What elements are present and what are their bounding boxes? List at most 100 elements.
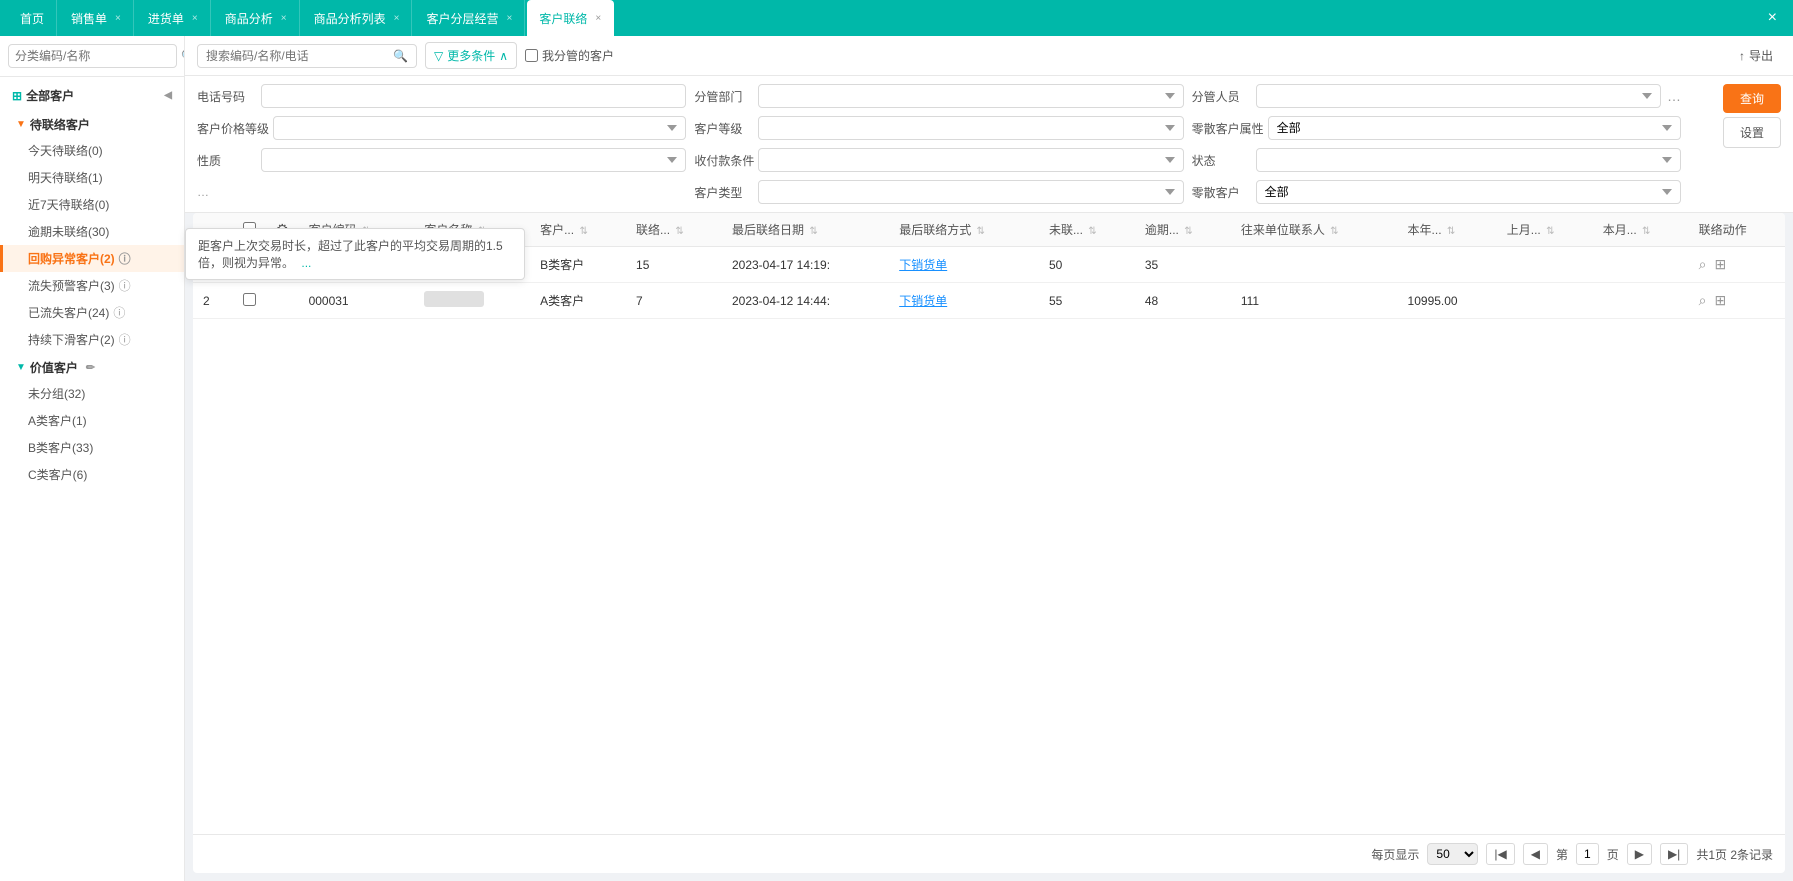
query-button[interactable]: 查询 (1723, 84, 1781, 113)
row2-checkbox (233, 283, 266, 319)
retail-select[interactable]: 全部 (1256, 180, 1681, 204)
sort-contact-icon[interactable]: ⇅ (675, 226, 683, 237)
row2-select[interactable] (243, 293, 256, 306)
info-icon-3[interactable]: ⓘ (119, 331, 131, 348)
sidebar-item-tomorrow[interactable]: 明天待联络(1) (0, 164, 184, 191)
sort-date-icon[interactable]: ⇅ (809, 226, 817, 237)
sidebar-item-c-class[interactable]: C类客户(6) (0, 461, 184, 488)
sidebar-item-overdue[interactable]: 逾期未联络(30) (0, 218, 184, 245)
edit-icon[interactable]: ✏ (86, 361, 95, 374)
row2-method-link[interactable]: 下销货单 (899, 294, 947, 308)
table-container[interactable]: ⚙ 客户编码 ⇅ 客户名称 ⇅ 客户... (193, 213, 1785, 834)
set-button[interactable]: 设置 (1723, 117, 1781, 148)
close-customer-contact-tab[interactable]: × (595, 13, 601, 24)
app-close-button[interactable]: × (1760, 5, 1785, 31)
sidebar-item-today[interactable]: 今天待联络(0) (0, 137, 184, 164)
sort-method-icon[interactable]: ⇅ (977, 226, 985, 237)
nav-tab-customer-contact[interactable]: 客户联络 × (527, 0, 614, 36)
sidebar-item-ungroup[interactable]: 未分组(32) (0, 380, 184, 407)
page-next-button[interactable]: ▶ (1627, 843, 1652, 865)
dept-select[interactable] (758, 84, 1183, 108)
sort-overdue-icon[interactable]: ⇅ (1184, 226, 1192, 237)
nav-tab-product-analysis[interactable]: 商品分析 × (213, 0, 300, 36)
col-last-contact-method: 最后联络方式 ⇅ (889, 213, 1039, 247)
price-level-label: 客户价格等级 (197, 120, 269, 137)
row1-contact-icon[interactable]: ⊞ (1714, 256, 1726, 273)
manager-select[interactable] (1256, 84, 1661, 108)
filter-my-customers[interactable]: 我分管的客户 (525, 47, 614, 64)
col-action: 联络动作 (1689, 213, 1785, 247)
sidebar-search-input[interactable] (8, 44, 177, 68)
row1-method: 下销货单 (889, 247, 1039, 283)
row1-view-icon[interactable]: ⌕ (1699, 256, 1707, 273)
close-customer-tier-tab[interactable]: × (506, 13, 512, 24)
close-product-analysis-tab[interactable]: × (281, 13, 287, 24)
phone-input[interactable] (261, 84, 686, 108)
sidebar-item-churned[interactable]: 已流失客户(24) ⓘ (0, 299, 184, 326)
sort-lastmonth-icon[interactable]: ⇅ (1546, 226, 1554, 237)
sidebar-tree: ⊞ 全部客户 ◀ ▼ 待联络客户 今天待联络(0) 明天待联络(1) 近7天待联… (0, 77, 184, 881)
filter-more-conditions[interactable]: ▽ 更多条件 ∧ (425, 42, 517, 69)
close-product-list-tab[interactable]: × (394, 13, 400, 24)
nav-tab-customer-tier[interactable]: 客户分层经营 × (414, 0, 525, 36)
row1-method-link[interactable]: 下销货单 (899, 258, 947, 272)
row2-overdue: 48 (1135, 283, 1231, 319)
payment-select[interactable] (758, 148, 1183, 172)
sidebar-section-pending-title[interactable]: ▼ 待联络客户 (0, 110, 184, 137)
export-icon: ↑ (1739, 49, 1745, 63)
nav-tab-purchase[interactable]: 进货单 × (136, 0, 211, 36)
info-icon-2[interactable]: ⓘ (113, 304, 125, 321)
sidebar-item-declining[interactable]: 持续下滑客户(2) ⓘ (0, 326, 184, 353)
sidebar-item-7days[interactable]: 近7天待联络(0) (0, 191, 184, 218)
content-area: 🔍 ▽ 更多条件 ∧ 我分管的客户 ↑ 导出 电话号码 (185, 36, 1793, 881)
sidebar-item-churn-warning[interactable]: 流失预警客户(3) ⓘ (0, 272, 184, 299)
my-customers-checkbox[interactable] (525, 49, 538, 62)
collapse-icon[interactable]: ◀ (164, 90, 172, 101)
manager-label: 分管人员 (1192, 88, 1252, 105)
sort-company-icon[interactable]: ⇅ (1330, 226, 1338, 237)
row2-contact-icon[interactable]: ⊞ (1714, 292, 1726, 309)
nav-tab-home[interactable]: 首页 (8, 0, 57, 36)
top-nav: 首页 销售单 × 进货单 × 商品分析 × 商品分析列表 × 客户分层经营 × … (0, 0, 1793, 36)
row2-company: 111 (1231, 283, 1398, 319)
export-button[interactable]: ↑ 导出 (1731, 43, 1781, 68)
customer-level-select[interactable] (758, 116, 1183, 140)
current-page-display: 1 (1576, 843, 1599, 865)
sidebar-item-a-class[interactable]: A类客户(1) (0, 407, 184, 434)
sort-not-contact-icon[interactable]: ⇅ (1088, 226, 1096, 237)
nav-tab-sales[interactable]: 销售单 × (59, 0, 134, 36)
customer-type-select[interactable] (758, 180, 1183, 204)
more-dots[interactable]: … (197, 185, 209, 199)
col-not-contact: 未联... ⇅ (1039, 213, 1135, 247)
sidebar-search-area: 🔍 (0, 36, 184, 77)
sort-year-icon[interactable]: ⇅ (1447, 226, 1455, 237)
filter-nature-row: 性质 (197, 148, 686, 172)
nature-select[interactable] (261, 148, 686, 172)
nav-tab-product-list[interactable]: 商品分析列表 × (302, 0, 413, 36)
sort-type-icon[interactable]: ⇅ (579, 226, 587, 237)
sidebar-all-customers[interactable]: ⊞ 全部客户 ◀ (0, 81, 184, 110)
page-prev-button[interactable]: ◀ (1523, 843, 1548, 865)
sidebar-item-repurchase-abnormal[interactable]: 回购异常客户(2) ⓘ (0, 245, 184, 272)
retail-attr-select[interactable]: 全部 (1268, 116, 1681, 140)
row1-contact: 15 (626, 247, 722, 283)
per-page-select[interactable]: 50 20 100 (1427, 843, 1478, 865)
sidebar-section-value-title[interactable]: ▼ 价值客户 ✏ (0, 353, 184, 380)
info-icon-1[interactable]: ⓘ (119, 277, 131, 294)
tooltip-more[interactable]: ... (301, 256, 311, 270)
row2-view-icon[interactable]: ⌕ (1699, 292, 1707, 309)
page-first-button[interactable]: |◀ (1486, 843, 1514, 865)
filter-search-icon[interactable]: 🔍 (393, 49, 408, 63)
row1-lastmonth (1497, 247, 1593, 283)
info-icon-0[interactable]: ⓘ (119, 250, 131, 267)
status-select[interactable] (1256, 148, 1681, 172)
close-sales-tab[interactable]: × (115, 13, 121, 24)
manager-expand-icon[interactable]: … (1667, 88, 1681, 104)
sort-thismonth-icon[interactable]: ⇅ (1642, 226, 1650, 237)
close-purchase-tab[interactable]: × (192, 13, 198, 24)
sidebar-item-b-class[interactable]: B类客户(33) (0, 434, 184, 461)
page-last-button[interactable]: ▶| (1660, 843, 1688, 865)
dept-label: 分管部门 (694, 88, 754, 105)
price-level-select[interactable] (273, 116, 686, 140)
filter-search-input[interactable] (206, 49, 389, 63)
